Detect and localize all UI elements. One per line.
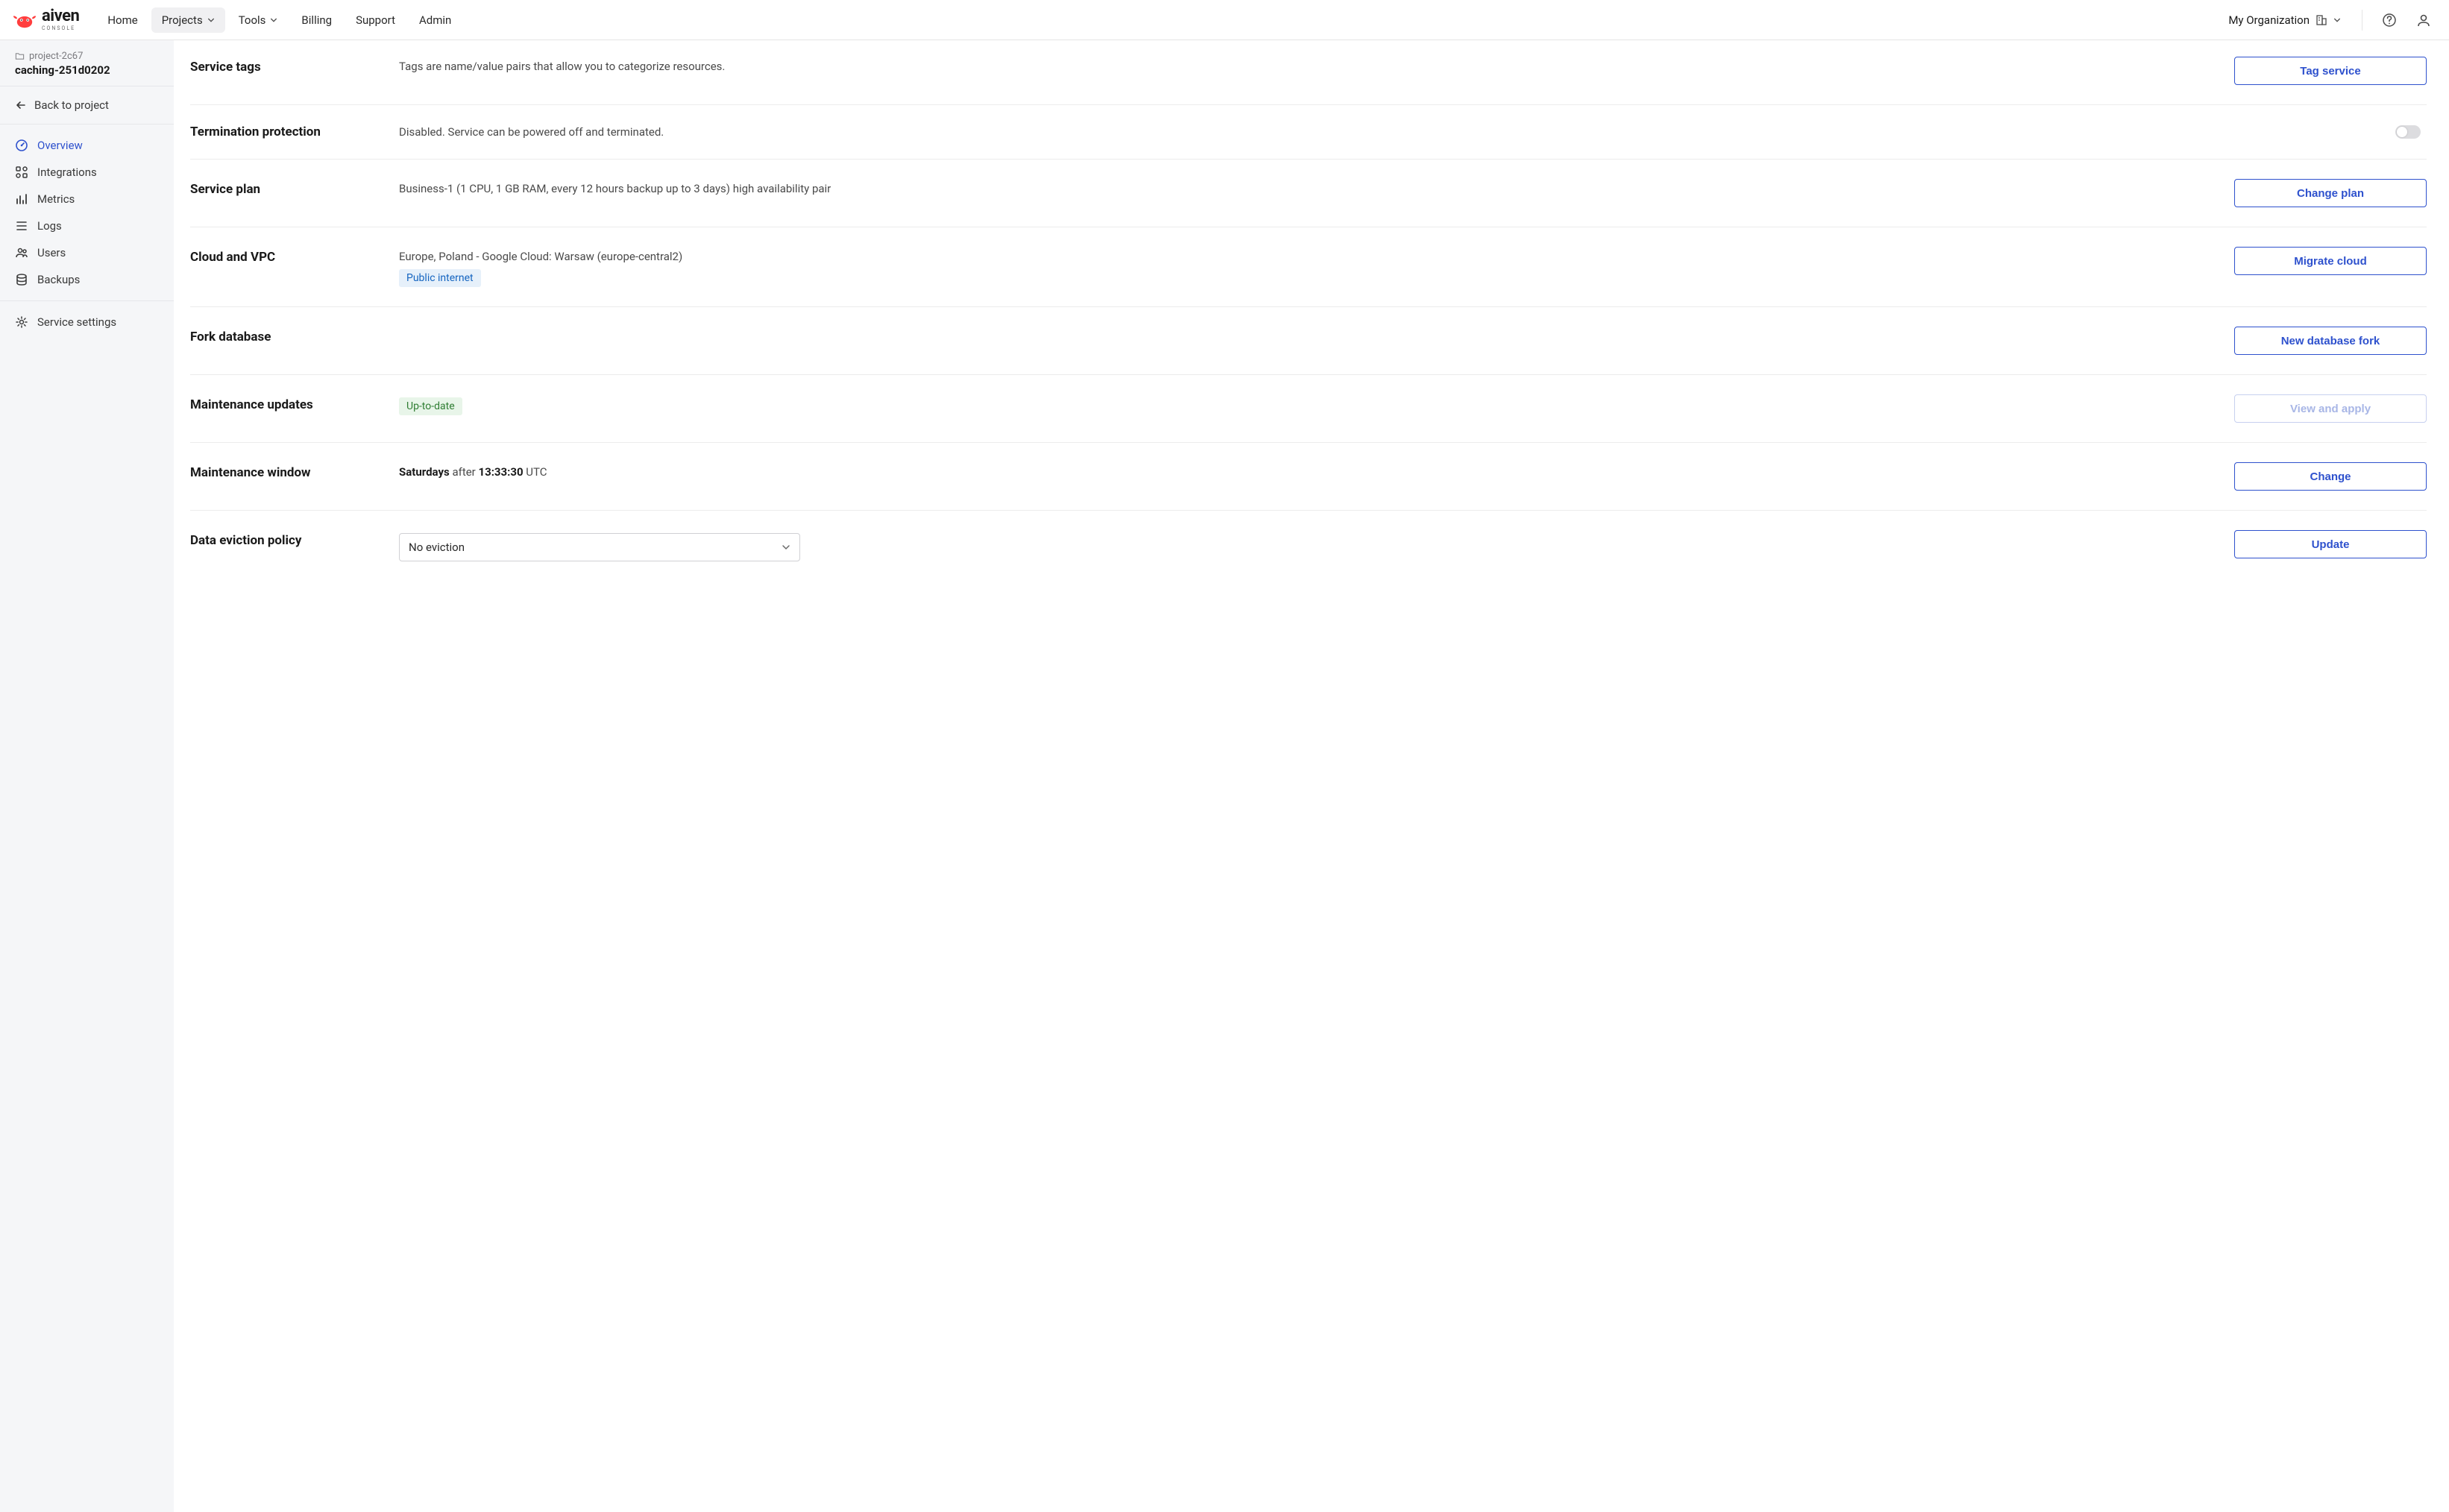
row-title: Data eviction policy (190, 530, 399, 548)
logo-subtitle: CONSOLE (42, 26, 79, 31)
nav-admin[interactable]: Admin (409, 7, 462, 33)
gear-icon (15, 315, 28, 329)
nav-projects[interactable]: Projects (151, 7, 225, 33)
row-title: Maintenance window (190, 462, 399, 480)
row-desc: Saturdays after 13:33:30 UTC (399, 462, 2233, 479)
logs-icon (15, 219, 28, 233)
logo[interactable]: aiven CONSOLE (12, 8, 79, 31)
sidebar-settings-section: Service settings (0, 301, 174, 343)
row-service-tags: Service tags Tags are name/value pairs t… (190, 45, 2427, 105)
user-icon (2416, 13, 2431, 28)
chevron-down-icon (782, 543, 790, 552)
row-maintenance-updates: Maintenance updates Up-to-date View and … (190, 375, 2427, 443)
org-label: My Organization (2228, 13, 2310, 27)
sidebar-item-label: Integrations (37, 166, 97, 179)
view-and-apply-button: View and apply (2234, 394, 2427, 423)
sidebar-item-logs[interactable]: Logs (0, 212, 174, 239)
chevron-down-icon (207, 16, 215, 24)
row-desc: Business-1 (1 CPU, 1 GB RAM, every 12 ho… (399, 179, 2233, 195)
org-picker[interactable]: My Organization (2221, 9, 2348, 31)
row-maintenance-window: Maintenance window Saturdays after 13:33… (190, 443, 2427, 511)
nav-projects-label: Projects (162, 13, 203, 27)
chevron-down-icon (2333, 16, 2341, 24)
sidebar-item-label: Logs (37, 219, 62, 233)
up-to-date-badge: Up-to-date (399, 397, 462, 415)
gauge-icon (15, 139, 28, 152)
row-desc: Europe, Poland - Google Cloud: Warsaw (e… (399, 247, 2233, 287)
nav-items: Home Projects Tools Billing Support Admi… (97, 7, 462, 33)
back-label: Back to project (34, 98, 109, 112)
sidebar-item-label: Service settings (37, 315, 116, 329)
logo-word: aiven (42, 8, 79, 25)
nav-tools[interactable]: Tools (228, 7, 289, 33)
sidebar-item-users[interactable]: Users (0, 239, 174, 266)
sidebar-item-label: Backups (37, 273, 80, 286)
nav-support[interactable]: Support (345, 7, 406, 33)
row-title: Service tags (190, 57, 399, 75)
user-button[interactable] (2410, 7, 2437, 34)
service-name: caching-251d0202 (15, 63, 159, 77)
backups-icon (15, 273, 28, 286)
eviction-value: No eviction (409, 541, 465, 554)
row-desc: Disabled. Service can be powered off and… (399, 125, 2233, 139)
nav-home[interactable]: Home (97, 7, 148, 33)
maint-after: after (450, 465, 479, 479)
migrate-cloud-button[interactable]: Migrate cloud (2234, 247, 2427, 275)
row-title: Cloud and VPC (190, 247, 399, 265)
sidebar: project-2c67 caching-251d0202 Back to pr… (0, 40, 174, 1512)
cloud-region: Europe, Poland - Google Cloud: Warsaw (e… (399, 250, 2218, 263)
change-window-button[interactable]: Change (2234, 462, 2427, 491)
users-icon (15, 246, 28, 259)
row-fork-database: Fork database New database fork (190, 307, 2427, 375)
sidebar-item-metrics[interactable]: Metrics (0, 186, 174, 212)
main-content[interactable]: Service tags Tags are name/value pairs t… (174, 40, 2449, 1512)
sidebar-header: project-2c67 caching-251d0202 (0, 40, 174, 86)
row-title: Fork database (190, 327, 399, 344)
update-eviction-button[interactable]: Update (2234, 530, 2427, 558)
row-desc: Tags are name/value pairs that allow you… (399, 57, 2233, 73)
row-title: Termination protection (190, 125, 399, 139)
tag-service-button[interactable]: Tag service (2234, 57, 2427, 85)
new-database-fork-button[interactable]: New database fork (2234, 327, 2427, 355)
maint-day: Saturdays (399, 465, 450, 479)
topnav-right: My Organization (2221, 7, 2437, 34)
project-line: project-2c67 (15, 51, 159, 62)
nav-tools-label: Tools (239, 13, 266, 27)
change-plan-button[interactable]: Change plan (2234, 179, 2427, 207)
maint-time: 13:33:30 (478, 465, 523, 479)
help-button[interactable] (2376, 7, 2403, 34)
sidebar-item-integrations[interactable]: Integrations (0, 159, 174, 186)
project-name: project-2c67 (29, 51, 83, 62)
logo-icon (12, 11, 37, 29)
sidebar-nav: Overview Integrations Metrics Logs (0, 125, 174, 301)
chevron-down-icon (270, 16, 277, 24)
help-icon (2382, 13, 2397, 28)
public-internet-badge: Public internet (399, 269, 481, 287)
metrics-icon (15, 192, 28, 206)
integrations-icon (15, 166, 28, 179)
row-data-eviction: Data eviction policy No eviction Update (190, 511, 2427, 581)
row-cloud-vpc: Cloud and VPC Europe, Poland - Google Cl… (190, 227, 2427, 307)
sidebar-item-overview[interactable]: Overview (0, 132, 174, 159)
building-icon (2316, 14, 2327, 26)
eviction-select[interactable]: No eviction (399, 533, 800, 561)
termination-toggle[interactable] (2395, 125, 2421, 139)
sidebar-item-backups[interactable]: Backups (0, 266, 174, 293)
folder-icon (15, 51, 25, 61)
sidebar-item-label: Overview (37, 139, 83, 152)
maint-tz: UTC (524, 465, 547, 479)
sidebar-item-service-settings[interactable]: Service settings (0, 309, 174, 336)
sidebar-item-label: Users (37, 246, 66, 259)
nav-billing[interactable]: Billing (291, 7, 342, 33)
sidebar-item-label: Metrics (37, 192, 75, 206)
back-to-project[interactable]: Back to project (0, 86, 174, 125)
row-termination-protection: Termination protection Disabled. Service… (190, 105, 2427, 160)
row-service-plan: Service plan Business-1 (1 CPU, 1 GB RAM… (190, 160, 2427, 227)
arrow-left-icon (15, 99, 27, 111)
top-nav: aiven CONSOLE Home Projects Tools Billin… (0, 0, 2449, 40)
row-title: Maintenance updates (190, 394, 399, 412)
row-title: Service plan (190, 179, 399, 197)
